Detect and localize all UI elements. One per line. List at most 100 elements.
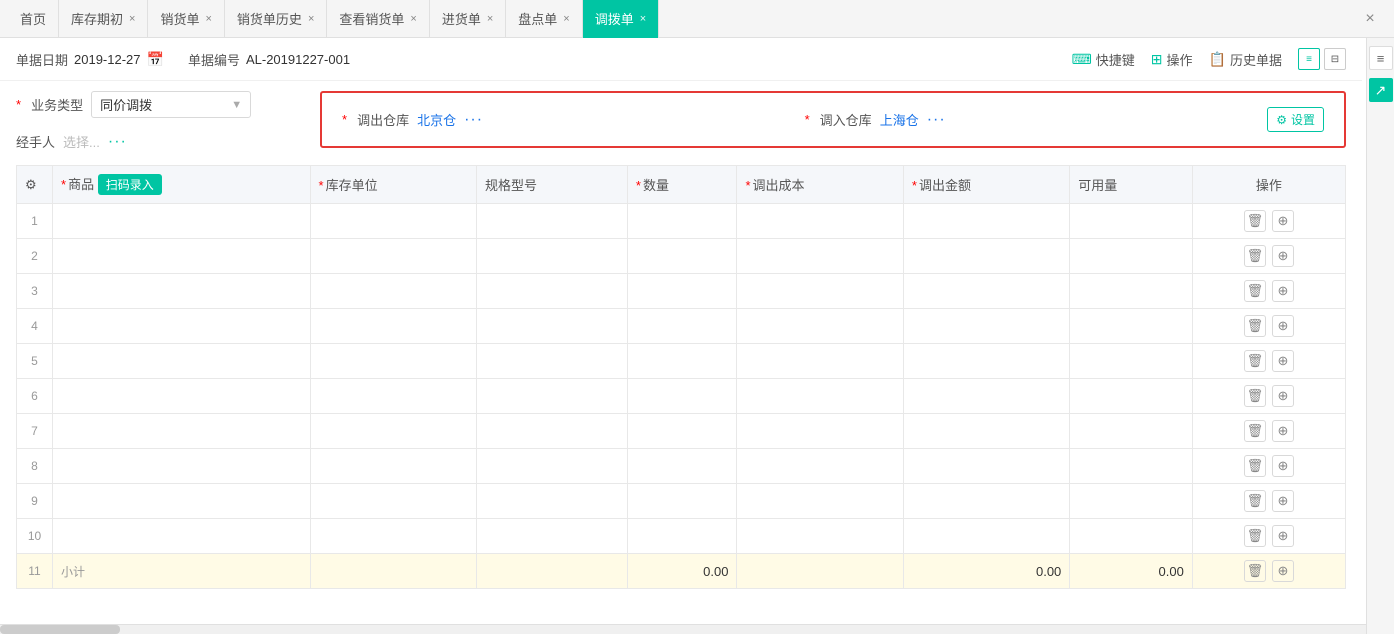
close-icon[interactable]: ×	[129, 13, 135, 25]
tab-transfer[interactable]: 调拨单 ×	[583, 0, 659, 38]
cost-cell[interactable]	[737, 449, 903, 484]
delete-icon[interactable]: 🗑	[1244, 560, 1266, 582]
qty-cell[interactable]	[627, 379, 737, 414]
copy-icon[interactable]: ⊕	[1272, 455, 1294, 477]
tab-sales-history[interactable]: 销货单历史 ×	[225, 0, 327, 38]
tab-home[interactable]: 首页	[8, 0, 59, 38]
qty-cell[interactable]	[627, 414, 737, 449]
calendar-icon[interactable]: 📅	[147, 51, 164, 68]
handler-more-icon[interactable]: ···	[108, 133, 127, 151]
layout-double-icon[interactable]: ⊟	[1324, 48, 1346, 70]
spec-cell[interactable]	[476, 449, 627, 484]
history-button[interactable]: 📋 历史单据	[1209, 50, 1282, 69]
qty-cell[interactable]	[627, 239, 737, 274]
amount-cell[interactable]	[903, 309, 1069, 344]
cost-cell[interactable]	[737, 204, 903, 239]
close-icon[interactable]: ×	[410, 13, 416, 25]
unit-cell[interactable]	[310, 274, 476, 309]
horizontal-scrollbar[interactable]	[0, 624, 1366, 634]
cost-cell[interactable]	[737, 309, 903, 344]
product-cell[interactable]	[53, 449, 311, 484]
window-close-button[interactable]: ×	[1354, 3, 1386, 35]
operations-button[interactable]: ⊞ 操作	[1151, 50, 1193, 69]
cost-cell[interactable]	[737, 274, 903, 309]
tab-inventory-count[interactable]: 盘点单 ×	[506, 0, 582, 38]
cost-cell[interactable]	[737, 414, 903, 449]
in-warehouse-value[interactable]: 上海仓	[880, 110, 919, 129]
product-cell[interactable]	[53, 414, 311, 449]
spec-cell[interactable]	[476, 519, 627, 554]
gear-icon[interactable]: ⚙	[25, 177, 37, 192]
cost-cell[interactable]	[737, 344, 903, 379]
delete-icon[interactable]: 🗑	[1244, 385, 1266, 407]
out-warehouse-value[interactable]: 北京仓	[417, 110, 456, 129]
delete-icon[interactable]: 🗑	[1244, 350, 1266, 372]
amount-cell[interactable]	[903, 449, 1069, 484]
product-cell[interactable]: 小计	[53, 554, 311, 589]
delete-icon[interactable]: 🗑	[1244, 210, 1266, 232]
cost-cell[interactable]	[737, 519, 903, 554]
copy-icon[interactable]: ⊕	[1272, 245, 1294, 267]
delete-icon[interactable]: 🗑	[1244, 315, 1266, 337]
close-icon[interactable]: ×	[487, 13, 493, 25]
qty-cell[interactable]	[627, 204, 737, 239]
unit-cell[interactable]	[310, 519, 476, 554]
close-icon[interactable]: ×	[308, 13, 314, 25]
qty-cell[interactable]	[627, 519, 737, 554]
qty-cell[interactable]	[627, 344, 737, 379]
product-cell[interactable]	[53, 204, 311, 239]
business-type-dropdown[interactable]: 同价调拨 ▼	[91, 91, 251, 118]
side-expand-button[interactable]: ↗	[1369, 78, 1393, 102]
copy-icon[interactable]: ⊕	[1272, 350, 1294, 372]
amount-cell[interactable]	[903, 519, 1069, 554]
unit-cell[interactable]	[310, 414, 476, 449]
copy-icon[interactable]: ⊕	[1272, 560, 1294, 582]
unit-cell[interactable]	[310, 239, 476, 274]
qty-cell[interactable]	[627, 484, 737, 519]
in-warehouse-more-icon[interactable]: ···	[927, 111, 946, 129]
close-icon[interactable]: ×	[640, 13, 646, 25]
product-cell[interactable]	[53, 379, 311, 414]
copy-icon[interactable]: ⊕	[1272, 420, 1294, 442]
copy-icon[interactable]: ⊕	[1272, 385, 1294, 407]
unit-cell[interactable]	[310, 204, 476, 239]
tab-view-sales[interactable]: 查看销货单 ×	[327, 0, 429, 38]
delete-icon[interactable]: 🗑	[1244, 420, 1266, 442]
close-icon[interactable]: ×	[205, 13, 211, 25]
cost-cell[interactable]	[737, 379, 903, 414]
spec-cell[interactable]	[476, 204, 627, 239]
handler-input[interactable]: 选择...	[63, 132, 100, 151]
unit-cell[interactable]	[310, 484, 476, 519]
delete-icon[interactable]: 🗑	[1244, 245, 1266, 267]
qty-cell[interactable]	[627, 309, 737, 344]
product-cell[interactable]	[53, 519, 311, 554]
tab-sales-order[interactable]: 销货单 ×	[148, 0, 224, 38]
copy-icon[interactable]: ⊕	[1272, 490, 1294, 512]
amount-cell[interactable]	[903, 274, 1069, 309]
copy-icon[interactable]: ⊕	[1272, 525, 1294, 547]
amount-cell[interactable]	[903, 239, 1069, 274]
spec-cell[interactable]	[476, 484, 627, 519]
delete-icon[interactable]: 🗑	[1244, 280, 1266, 302]
shortcuts-button[interactable]: ⌨ 快捷键	[1072, 50, 1135, 69]
spec-cell[interactable]	[476, 414, 627, 449]
side-list-button[interactable]: ≡	[1369, 46, 1393, 70]
qty-cell[interactable]	[627, 274, 737, 309]
amount-cell[interactable]	[903, 344, 1069, 379]
out-warehouse-more-icon[interactable]: ···	[464, 111, 483, 129]
product-cell[interactable]	[53, 484, 311, 519]
spec-cell[interactable]	[476, 274, 627, 309]
scan-button[interactable]: 扫码录入	[98, 174, 162, 195]
delete-icon[interactable]: 🗑	[1244, 490, 1266, 512]
delete-icon[interactable]: 🗑	[1244, 455, 1266, 477]
warehouse-settings-button[interactable]: ⚙ 设置	[1267, 107, 1324, 132]
close-icon[interactable]: ×	[563, 13, 569, 25]
copy-icon[interactable]: ⊕	[1272, 210, 1294, 232]
amount-cell[interactable]	[903, 414, 1069, 449]
amount-cell[interactable]	[903, 484, 1069, 519]
product-cell[interactable]	[53, 344, 311, 379]
cost-cell[interactable]	[737, 484, 903, 519]
product-cell[interactable]	[53, 239, 311, 274]
delete-icon[interactable]: 🗑	[1244, 525, 1266, 547]
unit-cell[interactable]	[310, 449, 476, 484]
